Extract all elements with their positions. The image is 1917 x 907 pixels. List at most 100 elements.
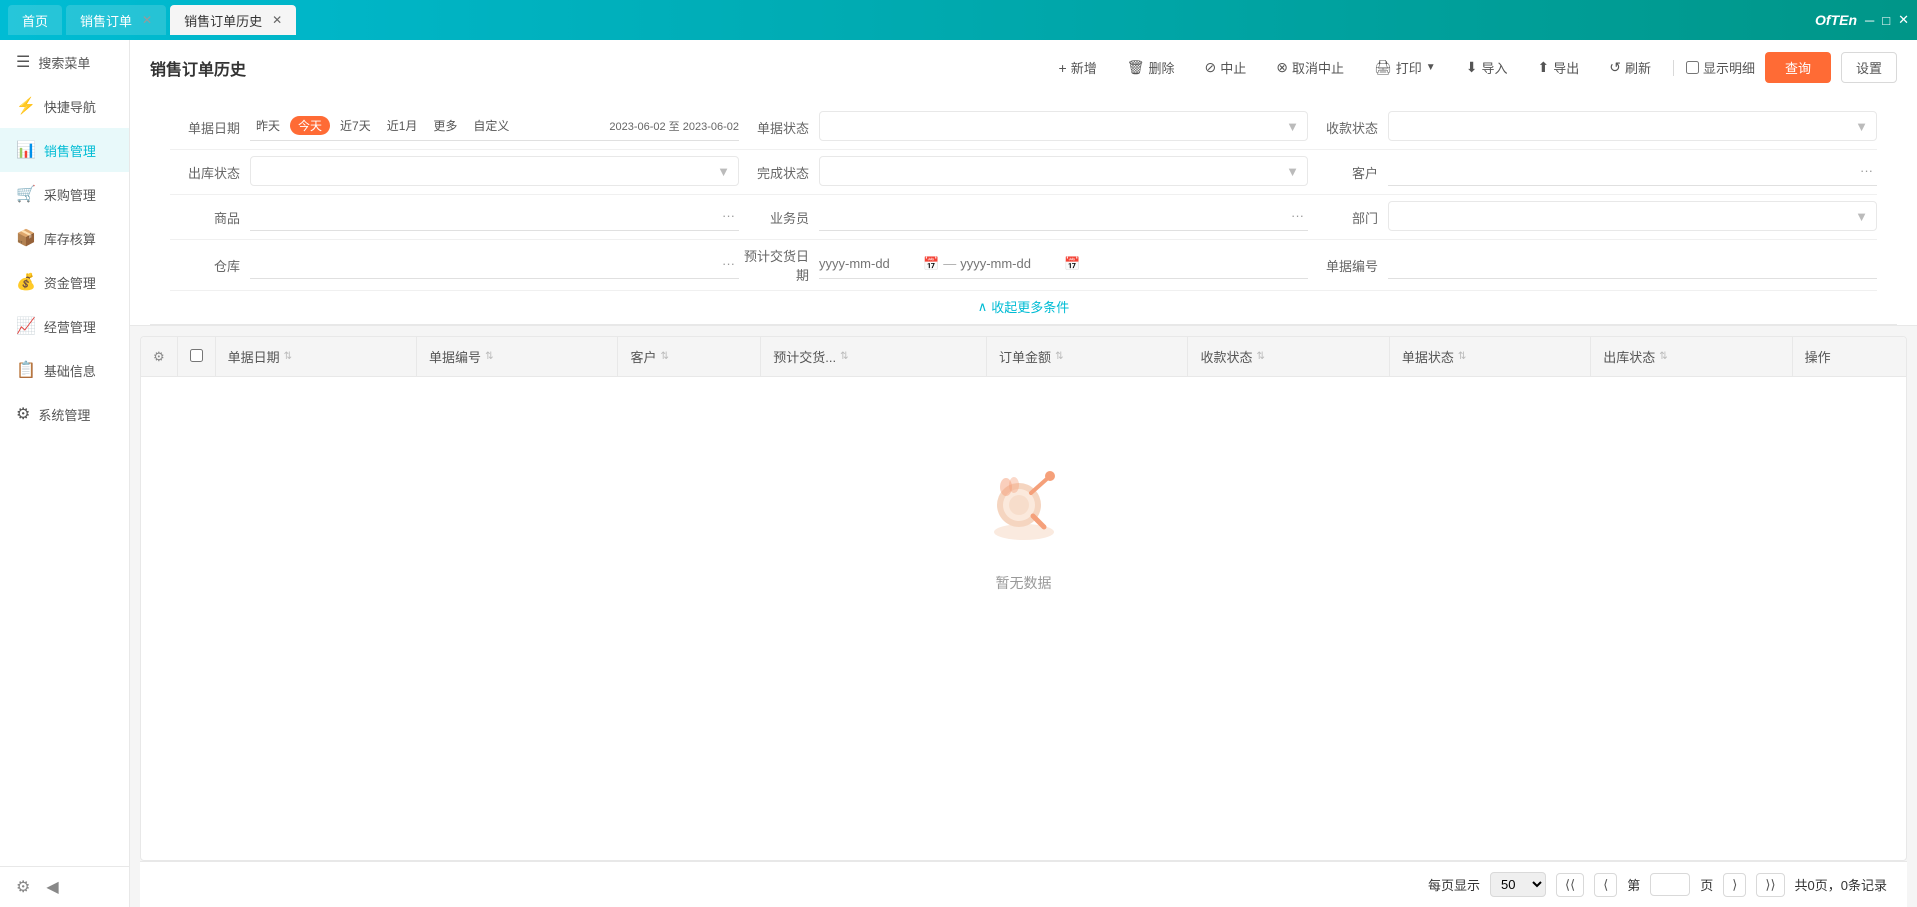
- date-today[interactable]: 今天: [290, 116, 330, 135]
- expected-date-start[interactable]: [819, 256, 919, 271]
- show-detail-checkbox-label[interactable]: 显示明细: [1686, 58, 1755, 77]
- th-settings: ⚙: [141, 337, 177, 377]
- import-icon: ⬇: [1466, 59, 1478, 76]
- delete-button[interactable]: 🗑 删除: [1117, 54, 1185, 81]
- sidebar-item-quick-nav[interactable]: ⚡ 快捷导航: [0, 84, 129, 128]
- print-button[interactable]: 🖨 打印 ▼: [1364, 54, 1446, 81]
- sidebar-item-inventory[interactable]: 📦 库存核算: [0, 216, 129, 260]
- sidebar-item-ops-mgmt[interactable]: 📈 经营管理: [0, 304, 129, 348]
- sidebar-item-capital-mgmt[interactable]: 💰 资金管理: [0, 260, 129, 304]
- customer-ellipsis[interactable]: ···: [1856, 163, 1877, 178]
- stop-button[interactable]: ⊘ 中止: [1195, 54, 1257, 81]
- goods-input[interactable]: [250, 208, 714, 223]
- tab-home[interactable]: 首页: [8, 5, 62, 35]
- collapse-bar[interactable]: ∧ 收起更多条件: [150, 291, 1897, 325]
- cancel-stop-button[interactable]: ⊗ 取消中止: [1266, 54, 1354, 81]
- tab-sales-order-close[interactable]: ✕: [142, 13, 152, 27]
- th-customer[interactable]: 客户 ⇅: [618, 337, 761, 377]
- th-expected-delivery[interactable]: 预计交货... ⇅: [761, 337, 987, 377]
- sidebar-item-sales-mgmt-label: 销售管理: [44, 141, 96, 160]
- doc-number-input[interactable]: [1388, 256, 1877, 271]
- tab-sales-order-history-close[interactable]: ✕: [272, 13, 282, 27]
- date-label: 单据日期: [170, 118, 250, 137]
- customer-input[interactable]: [1388, 163, 1852, 178]
- date-custom[interactable]: 自定义: [467, 116, 515, 135]
- import-button[interactable]: ⬇ 导入: [1456, 54, 1518, 81]
- per-page-select[interactable]: 50 10 20 100: [1490, 872, 1546, 897]
- sidebar-item-sys-mgmt[interactable]: ⚙ 系统管理: [0, 392, 129, 436]
- close-button[interactable]: ✕: [1898, 12, 1909, 28]
- date-last1m[interactable]: 近1月: [381, 116, 424, 135]
- sidebar-collapse-icon[interactable]: ◀: [46, 877, 58, 897]
- tab-sales-order[interactable]: 销售订单 ✕: [66, 5, 166, 35]
- tab-sales-order-history[interactable]: 销售订单历史 ✕: [170, 5, 296, 35]
- expected-date-end[interactable]: [960, 256, 1060, 271]
- doc-status-label: 单据状态: [739, 118, 819, 137]
- th-delivery-status[interactable]: 出库状态 ⇅: [1591, 337, 1792, 377]
- date-last7[interactable]: 近7天: [334, 116, 377, 135]
- warehouse-input[interactable]: [250, 256, 714, 271]
- th-date[interactable]: 单据日期 ⇅: [215, 337, 416, 377]
- page-input[interactable]: 1: [1650, 873, 1690, 896]
- warehouse-ellipsis[interactable]: ···: [718, 256, 739, 271]
- filter-cell-warehouse: 仓库 ···: [170, 240, 739, 291]
- customer-value: ···: [1388, 158, 1877, 186]
- th-number-sort-icon: ⇅: [485, 351, 493, 362]
- new-label: 新增: [1071, 58, 1097, 77]
- show-detail-checkbox[interactable]: [1686, 61, 1699, 74]
- sidebar-item-sales-mgmt[interactable]: 📊 销售管理: [0, 128, 129, 172]
- empty-state: 暂无数据: [141, 377, 1906, 673]
- sidebar-item-sys-mgmt-label: 系统管理: [38, 405, 90, 424]
- next-page-button[interactable]: ⟩: [1723, 873, 1746, 897]
- minimize-button[interactable]: ─: [1865, 13, 1874, 28]
- delete-label: 删除: [1148, 58, 1174, 77]
- salesman-ellipsis[interactable]: ···: [1287, 208, 1308, 223]
- salesman-input[interactable]: [819, 208, 1283, 223]
- date-yesterday[interactable]: 昨天: [250, 116, 286, 135]
- maximize-button[interactable]: □: [1882, 13, 1890, 28]
- sidebar-item-purchase-mgmt[interactable]: 🛒 采购管理: [0, 172, 129, 216]
- sidebar-item-base-info[interactable]: 📋 基础信息: [0, 348, 129, 392]
- export-button[interactable]: ⬆ 导出: [1527, 54, 1589, 81]
- tab-sales-order-label: 销售订单: [80, 11, 132, 30]
- date-more[interactable]: 更多: [427, 116, 463, 135]
- tab-bar: 首页 销售订单 ✕ 销售订单历史 ✕: [8, 5, 296, 35]
- th-doc-status[interactable]: 单据状态 ⇅: [1389, 337, 1590, 377]
- receipt-status-select[interactable]: ▼: [1388, 111, 1877, 141]
- th-number-label: 单据编号: [429, 347, 481, 366]
- sidebar-settings-icon[interactable]: ⚙: [16, 877, 30, 897]
- export-label: 导出: [1553, 58, 1579, 77]
- pagination: 每页显示 50 10 20 100 ⟨⟨ ⟨ 第 1 页 ⟩ ⟩⟩ 共0页，0条…: [140, 861, 1907, 907]
- first-page-button[interactable]: ⟨⟨: [1556, 873, 1584, 897]
- sidebar-item-search-menu[interactable]: ☰ 搜索菜单: [0, 40, 129, 84]
- select-all-checkbox[interactable]: [190, 349, 203, 362]
- table-gear-icon[interactable]: ⚙: [153, 349, 165, 364]
- query-button[interactable]: 查询: [1765, 52, 1831, 83]
- goods-ellipsis[interactable]: ···: [718, 208, 739, 223]
- refresh-button[interactable]: ↺ 刷新: [1599, 54, 1661, 81]
- new-button[interactable]: + 新增: [1049, 54, 1107, 81]
- doc-status-select[interactable]: ▼: [819, 111, 1308, 141]
- sidebar-item-quick-nav-label: 快捷导航: [44, 97, 96, 116]
- th-order-amount-label: 订单金额: [999, 347, 1051, 366]
- complete-status-select[interactable]: ▼: [819, 156, 1308, 186]
- quick-nav-icon: ⚡: [16, 96, 36, 116]
- th-receipt-status[interactable]: 收款状态 ⇅: [1188, 337, 1389, 377]
- date-separator: —: [943, 256, 956, 271]
- tab-sales-order-history-label: 销售订单历史: [184, 11, 262, 30]
- table-area: ⚙ 单据日期 ⇅ 单据编号: [140, 336, 1907, 861]
- calendar-start-icon[interactable]: 📅: [923, 256, 939, 272]
- salesman-value: ···: [819, 203, 1308, 231]
- th-order-amount[interactable]: 订单金额 ⇅: [987, 337, 1188, 377]
- setting-button[interactable]: 设置: [1841, 52, 1897, 83]
- sidebar-bottom: ⚙ ◀: [0, 866, 129, 907]
- prev-page-button[interactable]: ⟨: [1594, 873, 1617, 897]
- th-number[interactable]: 单据编号 ⇅: [417, 337, 618, 377]
- empty-text: 暂无数据: [996, 573, 1052, 593]
- sales-mgmt-icon: 📊: [16, 140, 36, 160]
- last-page-button[interactable]: ⟩⟩: [1756, 873, 1784, 897]
- calendar-end-icon[interactable]: 📅: [1064, 256, 1080, 272]
- delivery-status-select[interactable]: ▼: [250, 156, 739, 186]
- doc-number-label: 单据编号: [1308, 256, 1388, 275]
- department-select[interactable]: ▼: [1388, 201, 1877, 231]
